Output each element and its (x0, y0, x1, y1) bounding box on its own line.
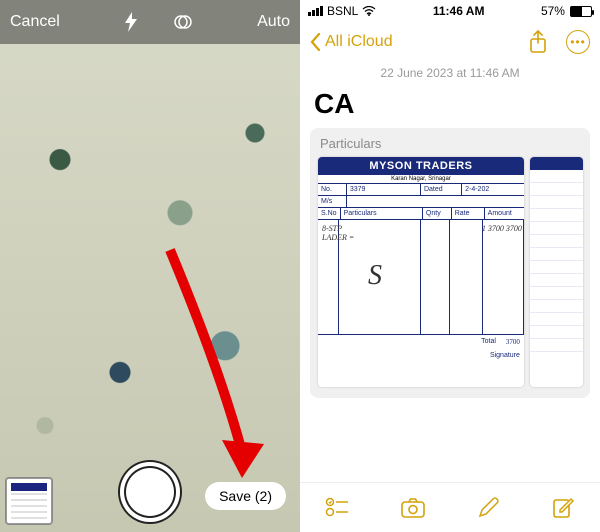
status-time: 11:46 AM (433, 4, 485, 18)
signal-icon (308, 6, 323, 16)
carrier-label: BSNL (327, 4, 358, 18)
back-label: All iCloud (325, 33, 393, 51)
back-button[interactable]: All iCloud (310, 33, 393, 51)
attachment-label: Particulars (310, 128, 590, 157)
battery-icon (570, 6, 592, 17)
nav-bar: All iCloud ••• (300, 22, 600, 62)
scanned-attachment[interactable]: Particulars MYSON TRADERS Karan Nagar, S… (310, 128, 590, 398)
cancel-button[interactable]: Cancel (10, 13, 60, 31)
annotation-arrow (160, 240, 280, 480)
notes-screen: BSNL 11:46 AM 57% All iCloud ••• 22 June… (300, 0, 600, 532)
save-button[interactable]: Save (2) (205, 482, 286, 510)
note-timestamp: 22 June 2023 at 11:46 AM (300, 62, 600, 84)
receipt-sub: Karan Nagar, Srinagar (318, 175, 524, 184)
wifi-icon (362, 6, 376, 16)
chevron-left-icon (310, 33, 321, 51)
filter-icon[interactable] (173, 12, 193, 32)
scanner-topbar: Cancel Auto (0, 0, 300, 44)
camera-icon[interactable] (400, 497, 426, 519)
more-icon[interactable]: ••• (566, 30, 590, 54)
shutter-button[interactable] (120, 462, 180, 522)
note-title[interactable]: CA (300, 84, 600, 128)
notes-toolbar (300, 482, 600, 532)
status-bar: BSNL 11:46 AM 57% (300, 0, 600, 22)
draw-icon[interactable] (476, 496, 500, 520)
checklist-icon[interactable] (325, 497, 349, 519)
receipt-page-2[interactable] (530, 157, 583, 387)
compose-icon[interactable] (551, 496, 575, 520)
scanner-top-icons (123, 12, 193, 32)
auto-button[interactable]: Auto (257, 13, 290, 31)
receipt-vendor: MYSON TRADERS (318, 157, 524, 175)
scanner-screen: Cancel Auto Save (2) (0, 0, 300, 532)
flash-icon[interactable] (123, 12, 139, 32)
share-icon[interactable] (528, 30, 548, 54)
battery-pct: 57% (541, 4, 565, 18)
scan-thumbnail[interactable] (6, 478, 52, 524)
receipt-page-1[interactable]: MYSON TRADERS Karan Nagar, Srinagar No. … (318, 157, 524, 387)
